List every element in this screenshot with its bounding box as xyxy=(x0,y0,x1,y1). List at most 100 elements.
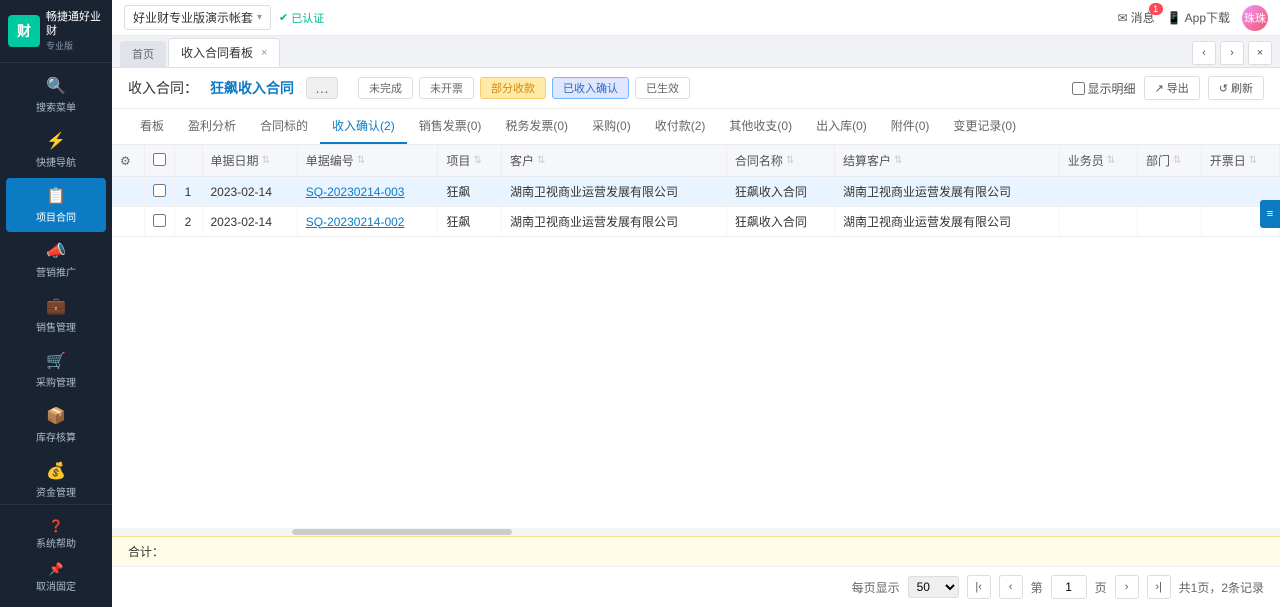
sidebar-bottom: ❓ 系统帮助 📌 取消固定 xyxy=(0,504,112,607)
sub-tab-payment[interactable]: 收付款(2) xyxy=(643,109,718,144)
status-confirmed-button[interactable]: 已收入确认 xyxy=(552,77,629,99)
content-area: 收入合同： 狂飙收入合同 … 未完成 未开票 部分收款 已收入确认 已生效 显示… xyxy=(112,68,1280,607)
status-incomplete-button[interactable]: 未完成 xyxy=(358,77,413,99)
settled-customer-sort[interactable]: 结算客户 ⇅ xyxy=(843,152,1051,169)
sub-tab-tax-invoice[interactable]: 税务发票(0) xyxy=(493,109,580,144)
page-suffix-label: 页 xyxy=(1095,579,1107,596)
sub-tab-purchase[interactable]: 采购(0) xyxy=(580,109,643,144)
sidebar-item-quick[interactable]: ⚡ 快捷导航 xyxy=(6,123,106,177)
page-number-input[interactable] xyxy=(1051,575,1087,599)
sidebar-bottom-help[interactable]: ❓ 系统帮助 xyxy=(8,513,104,556)
right-panel-toggle[interactable]: ≡ xyxy=(1260,200,1280,228)
customer-sort[interactable]: 客户 ⇅ xyxy=(510,152,718,169)
sidebar-item-label: 采购管理 xyxy=(36,374,76,389)
contract-prefix: 收入合同： xyxy=(128,78,198,98)
message-action[interactable]: ✉ 1 消息 xyxy=(1118,9,1155,26)
sub-tab-other[interactable]: 其他收支(0) xyxy=(717,109,804,144)
document-number-link[interactable]: SQ-20230214-002 xyxy=(306,215,405,229)
sidebar-item-label: 搜索菜单 xyxy=(36,99,76,114)
sidebar-item-sales[interactable]: 💼 销售管理 xyxy=(6,288,106,342)
horizontal-scrollbar[interactable] xyxy=(112,528,1280,536)
row-salesperson-cell xyxy=(1059,177,1137,207)
table-row[interactable]: 2 2023-02-14 SQ-20230214-002 狂飙 湖南卫视商业运营… xyxy=(112,207,1280,237)
sidebar-item-funds[interactable]: 💰 资金管理 xyxy=(6,453,106,504)
row-customer-cell: 湖南卫视商业运营发展有限公司 xyxy=(502,177,727,207)
sidebar-item-purchase[interactable]: 🛒 采购管理 xyxy=(6,343,106,397)
number-header-label: 单据编号 xyxy=(306,152,354,169)
contract-title: 狂飙收入合同 xyxy=(210,78,294,98)
sidebar-item-marketing[interactable]: 📣 营销推广 xyxy=(6,233,106,287)
tab-prev-button[interactable]: ‹ xyxy=(1192,41,1216,65)
contract-name-sort[interactable]: 合同名称 ⇅ xyxy=(735,152,826,169)
per-page-select[interactable]: 50 20 100 xyxy=(908,576,959,598)
column-settings-icon[interactable]: ⚙ xyxy=(120,154,131,168)
sort-icon: ⇅ xyxy=(262,155,270,166)
project-sort[interactable]: 项目 ⇅ xyxy=(446,152,493,169)
row-settled-customer-cell: 湖南卫视商业运营发展有限公司 xyxy=(834,177,1059,207)
status-uninvoiced-button[interactable]: 未开票 xyxy=(419,77,474,99)
more-button[interactable]: … xyxy=(306,77,338,99)
row-number-cell[interactable]: SQ-20230214-002 xyxy=(297,207,438,237)
export-button[interactable]: ↗ 导出 xyxy=(1144,76,1200,100)
sub-tab-target[interactable]: 合同标的 xyxy=(248,109,320,144)
document-number-link[interactable]: SQ-20230214-003 xyxy=(306,185,405,199)
select-all-checkbox[interactable] xyxy=(153,153,166,166)
app-download-action[interactable]: 📱 App下载 xyxy=(1167,9,1230,26)
contract-status-group: 未完成 未开票 部分收款 已收入确认 已生效 xyxy=(358,77,690,99)
sub-tab-revenue[interactable]: 收入确认(2) xyxy=(320,109,407,144)
sidebar-bottom-unpin[interactable]: 📌 取消固定 xyxy=(8,556,104,599)
salesperson-sort[interactable]: 业务员 ⇅ xyxy=(1068,152,1129,169)
sort-icon: ⇅ xyxy=(1173,155,1181,166)
show-detail-label: 显示明细 xyxy=(1088,80,1136,97)
company-selector[interactable]: 好业财专业版演示帐套 ▾ xyxy=(124,5,271,30)
next-page-button[interactable]: › xyxy=(1115,575,1139,599)
row-checkbox-cell[interactable] xyxy=(144,177,174,207)
invoice-date-header-label: 开票日 xyxy=(1210,152,1246,169)
topbar: 好业财专业版演示帐套 ▾ ✔ 已认证 ✉ 1 消息 📱 App下载 珠珠 xyxy=(112,0,1280,36)
panel-icon: ≡ xyxy=(1267,208,1273,220)
sub-tab-warehouse[interactable]: 出入库(0) xyxy=(804,109,879,144)
pagination-bar: 每页显示 50 20 100 |‹ ‹ 第 页 › ›| 共1页，2条记录 xyxy=(112,566,1280,607)
sub-tab-sales-invoice[interactable]: 销售发票(0) xyxy=(407,109,494,144)
download-icon: 📱 xyxy=(1167,11,1182,25)
row-checkbox-cell[interactable] xyxy=(144,207,174,237)
tab-next-button[interactable]: › xyxy=(1220,41,1244,65)
date-sort[interactable]: 单据日期 ⇅ xyxy=(211,152,289,169)
sub-tab-profit[interactable]: 盈利分析 xyxy=(176,109,248,144)
contract-name-header-label: 合同名称 xyxy=(735,152,783,169)
row-contract-name-cell: 狂飙收入合同 xyxy=(726,207,834,237)
row-salesperson-cell xyxy=(1059,207,1137,237)
status-partial-button[interactable]: 部分收款 xyxy=(480,77,546,99)
last-page-button[interactable]: ›| xyxy=(1147,575,1171,599)
page-prefix-label: 第 xyxy=(1031,579,1043,596)
close-icon[interactable]: × xyxy=(261,47,267,59)
sub-tab-attachments[interactable]: 附件(0) xyxy=(879,109,942,144)
sidebar-item-label: 销售管理 xyxy=(36,319,76,334)
sidebar-item-inventory[interactable]: 📦 库存核算 xyxy=(6,398,106,452)
sidebar: 财 畅捷通好业财 专业版 🔍 搜索菜单 ⚡ 快捷导航 📋 项目合同 📣 营销推广… xyxy=(0,0,112,607)
sub-tab-board[interactable]: 看板 xyxy=(128,109,176,144)
invoice-date-sort[interactable]: 开票日 ⇅ xyxy=(1210,152,1271,169)
row-number-cell[interactable]: SQ-20230214-003 xyxy=(297,177,438,207)
scroll-thumb[interactable] xyxy=(292,529,512,535)
tab-nav-controls: ‹ › × xyxy=(1192,41,1272,67)
row-checkbox[interactable] xyxy=(153,184,166,197)
sub-tab-changes[interactable]: 变更记录(0) xyxy=(941,109,1028,144)
avatar[interactable]: 珠珠 xyxy=(1242,5,1268,31)
status-effective-button[interactable]: 已生效 xyxy=(635,77,690,99)
refresh-button[interactable]: ↺ 刷新 xyxy=(1208,76,1264,100)
tab-close-all-button[interactable]: × xyxy=(1248,41,1272,65)
first-page-button[interactable]: |‹ xyxy=(967,575,991,599)
tab-home[interactable]: 首页 xyxy=(120,41,166,67)
table-row[interactable]: 1 2023-02-14 SQ-20230214-003 狂飙 湖南卫视商业运营… xyxy=(112,177,1280,207)
row-checkbox[interactable] xyxy=(153,214,166,227)
number-sort[interactable]: 单据编号 ⇅ xyxy=(306,152,430,169)
tab-contract-board[interactable]: 收入合同看板 × xyxy=(168,38,280,67)
department-sort[interactable]: 部门 ⇅ xyxy=(1146,152,1193,169)
prev-page-button[interactable]: ‹ xyxy=(999,575,1023,599)
sidebar-item-contract[interactable]: 📋 项目合同 xyxy=(6,178,106,232)
show-detail-checkbox[interactable] xyxy=(1072,82,1085,95)
show-detail-checkbox-label[interactable]: 显示明细 xyxy=(1072,80,1136,97)
sidebar-item-search[interactable]: 🔍 搜索菜单 xyxy=(6,68,106,122)
row-settled-customer-cell: 湖南卫视商业运营发展有限公司 xyxy=(834,207,1059,237)
